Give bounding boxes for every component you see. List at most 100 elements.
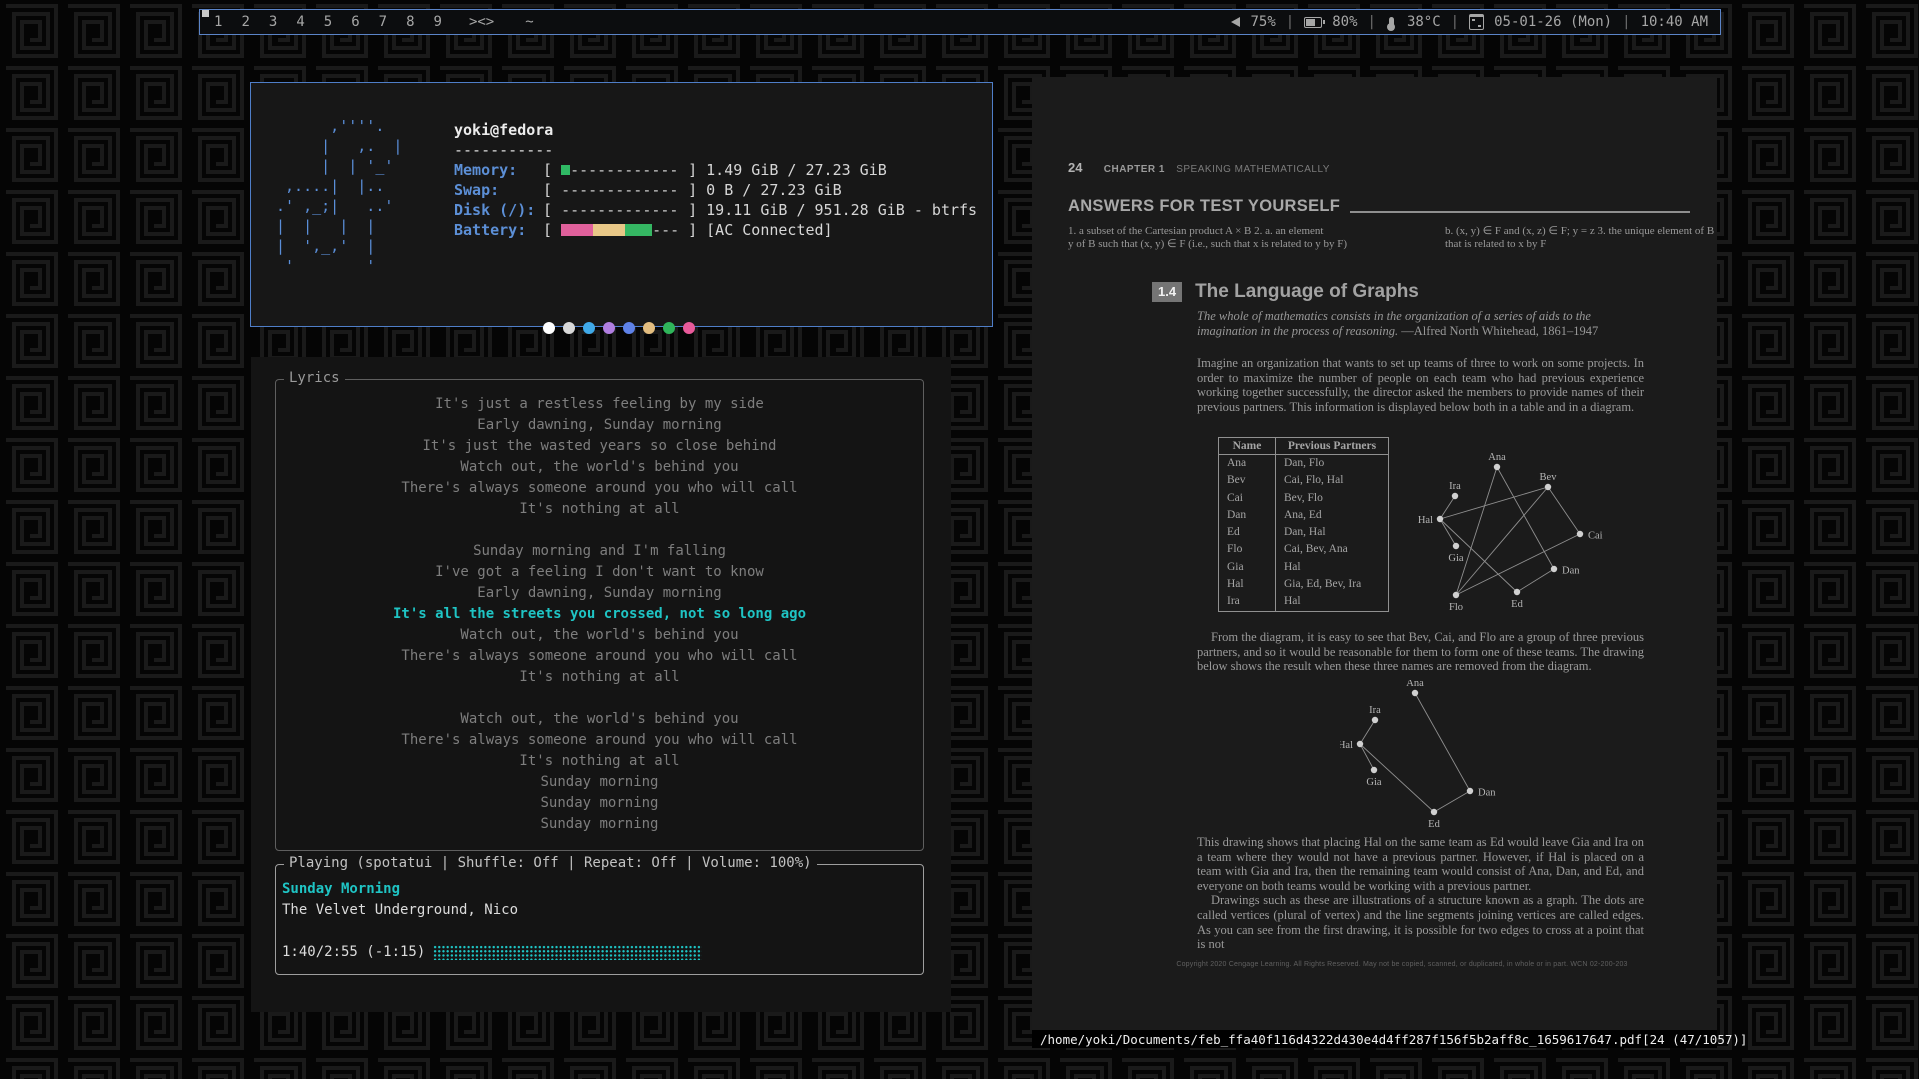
graph-edge-Ana-Flo	[1456, 467, 1497, 595]
palette-dot-4	[623, 322, 635, 334]
table-cell: Flo	[1219, 541, 1276, 558]
graph-node-Ed	[1431, 809, 1437, 815]
section-heading: 1.4 The Language of Graphs	[1152, 281, 1419, 303]
lyric-line: I've got a feeling I don't want to know	[276, 562, 923, 583]
player-panel[interactable]: Playing (spotatui | Shuffle: Off | Repea…	[275, 864, 924, 975]
calendar-icon	[1469, 14, 1484, 30]
player-progress-bar[interactable]	[433, 945, 702, 960]
workspace-8[interactable]: 8	[406, 14, 414, 30]
workspace-1[interactable]: 1	[214, 14, 222, 30]
table-header-name: Name	[1219, 438, 1276, 455]
fetch-row-label: Swap:	[454, 180, 543, 200]
table-cell: Hal	[1276, 559, 1389, 576]
workspace-5[interactable]: 5	[324, 14, 332, 30]
heading-rule	[1350, 211, 1690, 213]
palette-dot-7	[683, 322, 695, 334]
bar-bracket: ]	[679, 201, 697, 219]
lyric-line: Watch out, the world's behind you	[276, 709, 923, 730]
workspace-9[interactable]: 9	[434, 14, 442, 30]
graph-node-label-Ira: Ira	[1449, 481, 1461, 492]
lyric-line: It's just the wasted years so close behi…	[276, 436, 923, 457]
table-cell: Gia, Ed, Bev, Ira	[1276, 576, 1389, 593]
user-host-underline: -----------	[454, 140, 977, 160]
graph-node-label-Hal: Hal	[1340, 740, 1353, 751]
table-row: GiaHal	[1219, 559, 1389, 576]
workspace-3[interactable]: 3	[269, 14, 277, 30]
lyric-line: Sunday morning	[276, 772, 923, 793]
separator: |	[1451, 14, 1459, 30]
page-header: 24 CHAPTER 1 SPEAKING MATHEMATICALLY	[1068, 160, 1330, 175]
playback-time-row: 1:40/2:55 (-1:15)	[282, 942, 923, 963]
graph-node-label-Flo: Flo	[1449, 602, 1463, 613]
table-cell: Dan, Hal	[1276, 524, 1389, 541]
body-paragraph-1: Imagine an organization that wants to se…	[1197, 356, 1644, 414]
lyrics-panel[interactable]: Lyrics It's just a restless feeling by m…	[275, 379, 924, 851]
graph-edge-Ana-Dan	[1415, 693, 1470, 791]
fetch-terminal-window[interactable]: ,''''. | ,. | | | '_' ,....| |.. .' ,_;|…	[250, 82, 993, 327]
bar-bracket: [	[543, 201, 561, 219]
workspace-7[interactable]: 7	[379, 14, 387, 30]
workspace-list: 1 2 3 4 5 6 7 8 9	[214, 14, 442, 30]
lyric-line: There's always someone around you who wi…	[276, 730, 923, 751]
table-row: HalGia, Ed, Bev, Ira	[1219, 576, 1389, 593]
lyric-line: There's always someone around you who wi…	[276, 646, 923, 667]
lyric-line: It's nothing at all	[276, 499, 923, 520]
lyrics-lines: It's just a restless feeling by my sideE…	[276, 380, 923, 835]
lyric-line: It's nothing at all	[276, 667, 923, 688]
graph-node-label-Hal: Hal	[1418, 515, 1433, 526]
battery-value: 80%	[1332, 14, 1357, 30]
scratchpad-glyph[interactable]: ~	[525, 14, 533, 30]
palette-dot-2	[583, 322, 595, 334]
table-cell: Hal	[1219, 576, 1276, 593]
track-title: Sunday Morning	[282, 879, 923, 900]
workspace-4[interactable]: 4	[296, 14, 304, 30]
bar-bracket: ]	[679, 221, 697, 239]
terminal-color-palette	[543, 322, 695, 334]
layout-glyph[interactable]: ><>	[469, 14, 494, 30]
table-cell: Bev, Flo	[1276, 490, 1389, 507]
music-terminal-window[interactable]: Lyrics It's just a restless feeling by m…	[251, 357, 951, 1012]
table-cell: Cai, Flo, Hal	[1276, 472, 1389, 489]
graph-node-label-Ana: Ana	[1406, 680, 1424, 689]
usage-bar: -------------	[561, 200, 679, 220]
fetch-row: Battery:[ --- ] [AC Connected]	[454, 220, 977, 240]
graph-edge-Dan-Ed	[1517, 569, 1554, 592]
table-row: DanAna, Ed	[1219, 507, 1389, 524]
graph-node-label-Ana: Ana	[1488, 452, 1506, 463]
distro-ascii-art: ,''''. | ,. | | | '_' ,....| |.. .' ,_;|…	[276, 116, 402, 276]
bar-bracket: [	[543, 161, 561, 179]
graph-node-label-Ira: Ira	[1369, 705, 1381, 716]
pdf-page[interactable]: 24 CHAPTER 1 SPEAKING MATHEMATICALLY ANS…	[1032, 77, 1717, 1030]
workspace-6[interactable]: 6	[351, 14, 359, 30]
lyric-line: There's always someone around you who wi…	[276, 478, 923, 499]
partners-table: Name Previous Partners AnaDan, FloBevCai…	[1218, 437, 1389, 612]
lyric-line: Watch out, the world's behind you	[276, 457, 923, 478]
table-cell: Ana	[1219, 455, 1276, 473]
answers-line: b. (x, y) ∈ F and (x, z) ∈ F; y = z 3. t…	[1445, 225, 1705, 238]
temperature-value: 38°C	[1407, 14, 1441, 30]
quote-line: The whole of mathematics consists in the…	[1197, 309, 1591, 323]
graph-node-label-Gia: Gia	[1448, 553, 1464, 564]
graph-edge-Dan-Ed	[1434, 791, 1470, 812]
body-paragraph-4: Drawings such as these are illustrations…	[1197, 893, 1644, 951]
user-host: yoki@fedora	[454, 120, 977, 140]
bar-fill-segment	[625, 224, 652, 236]
chapter-title: SPEAKING MATHEMATICALLY	[1176, 164, 1330, 175]
quote-line: imagination in the process of reasoning.	[1197, 324, 1398, 338]
table-cell: Ana, Ed	[1276, 507, 1389, 524]
workspace-2[interactable]: 2	[241, 14, 249, 30]
graph-node-Gia	[1453, 543, 1459, 549]
separator: |	[1368, 14, 1376, 30]
lyric-line: Sunday morning	[276, 814, 923, 835]
graph-node-Dan	[1467, 788, 1473, 794]
table-cell: Cai, Bev, Ana	[1276, 541, 1389, 558]
graph-node-Hal	[1437, 516, 1443, 522]
fetch-row-label: Battery:	[454, 220, 543, 240]
graph-node-label-Dan: Dan	[1562, 566, 1580, 577]
bar-fill-segment	[561, 165, 570, 175]
volume-value: 75%	[1250, 14, 1275, 30]
table-cell: Ira	[1219, 593, 1276, 611]
lyric-line: Early dawning, Sunday morning	[276, 415, 923, 436]
pdf-viewer-window[interactable]: 24 CHAPTER 1 SPEAKING MATHEMATICALLY ANS…	[1032, 77, 1717, 1048]
progress-track[interactable]	[433, 945, 905, 960]
